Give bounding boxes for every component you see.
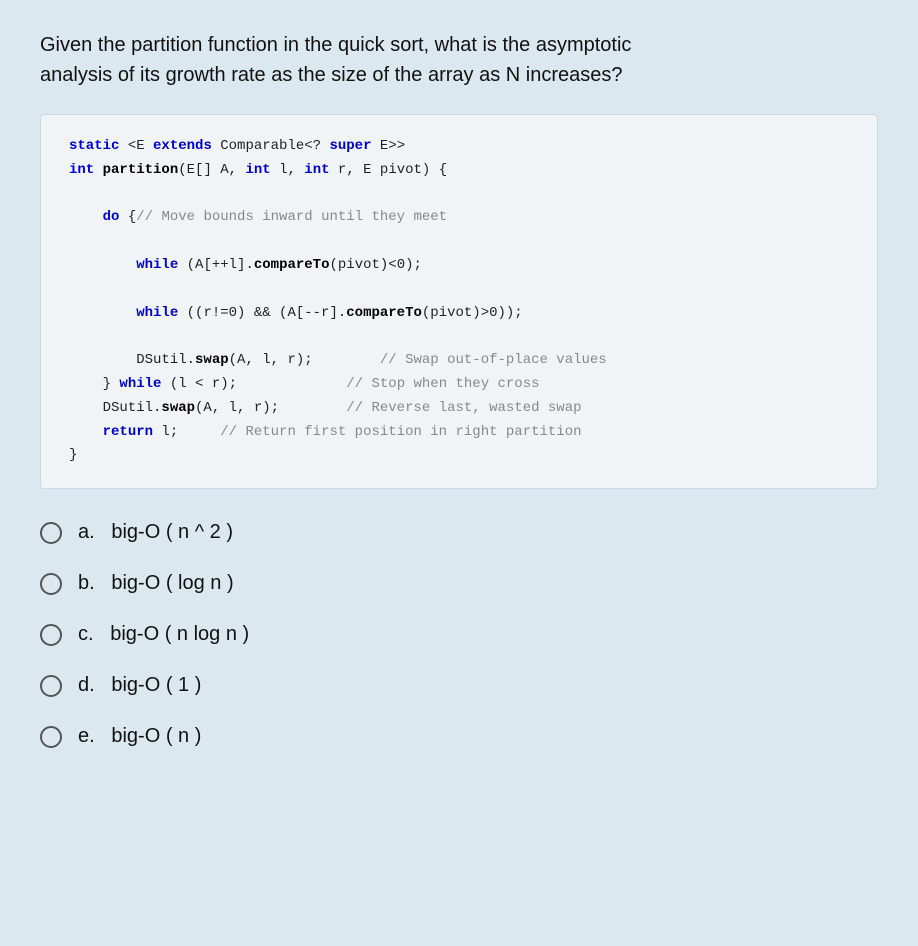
code-block: static <E extends Comparable<? super E>>… (40, 114, 878, 489)
question-container: Given the partition function in the quic… (40, 30, 878, 748)
code-line-12: DSutil.swap(A, l, r); // Reverse last, w… (69, 397, 849, 421)
radio-b[interactable] (40, 573, 62, 595)
code-line-14: } (69, 444, 849, 468)
radio-a[interactable] (40, 522, 62, 544)
code-line-5 (69, 230, 849, 254)
radio-c[interactable] (40, 624, 62, 646)
answers-container: a. big-O ( n ^ 2 ) b. big-O ( log n ) c.… (40, 521, 878, 748)
code-line-4: do {// Move bounds inward until they mee… (69, 206, 849, 230)
answer-e-label: e. big-O ( n ) (78, 725, 201, 748)
code-line-1: static <E extends Comparable<? super E>> (69, 135, 849, 159)
answer-b[interactable]: b. big-O ( log n ) (40, 572, 878, 595)
code-line-10: DSutil.swap(A, l, r); // Swap out-of-pla… (69, 349, 849, 373)
code-line-7 (69, 278, 849, 302)
answer-b-label: b. big-O ( log n ) (78, 572, 234, 595)
answer-a[interactable]: a. big-O ( n ^ 2 ) (40, 521, 878, 544)
radio-e[interactable] (40, 726, 62, 748)
answer-c[interactable]: c. big-O ( n log n ) (40, 623, 878, 646)
code-line-9 (69, 325, 849, 349)
answer-d[interactable]: d. big-O ( 1 ) (40, 674, 878, 697)
code-line-2: int partition(E[] A, int l, int r, E piv… (69, 159, 849, 183)
code-line-3 (69, 183, 849, 207)
code-line-8: while ((r!=0) && (A[--r].compareTo(pivot… (69, 302, 849, 326)
answer-d-label: d. big-O ( 1 ) (78, 674, 201, 697)
answer-a-label: a. big-O ( n ^ 2 ) (78, 521, 233, 544)
code-line-13: return l; // Return first position in ri… (69, 421, 849, 445)
code-line-11: } while (l < r); // Stop when they cross (69, 373, 849, 397)
question-text: Given the partition function in the quic… (40, 30, 878, 90)
radio-d[interactable] (40, 675, 62, 697)
answer-e[interactable]: e. big-O ( n ) (40, 725, 878, 748)
code-line-6: while (A[++l].compareTo(pivot)<0); (69, 254, 849, 278)
answer-c-label: c. big-O ( n log n ) (78, 623, 249, 646)
